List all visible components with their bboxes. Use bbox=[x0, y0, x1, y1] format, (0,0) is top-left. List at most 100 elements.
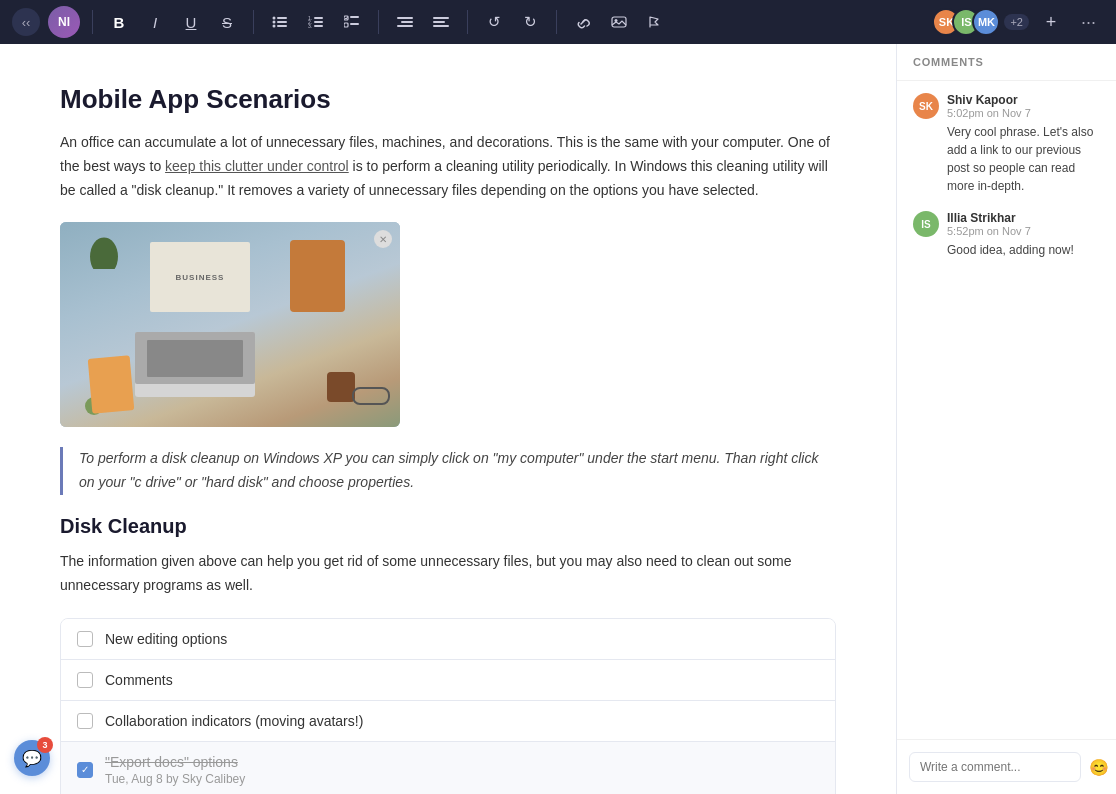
editor-area[interactable]: Mobile App Scenarios An office can accum… bbox=[0, 44, 896, 794]
toolbar-divider-5 bbox=[556, 10, 557, 34]
toolbar-right: SK IS MK +2 + ··· bbox=[932, 8, 1104, 37]
document-title: Mobile App Scenarios bbox=[60, 84, 836, 115]
svg-rect-21 bbox=[433, 25, 449, 27]
checkbox-1[interactable] bbox=[77, 631, 93, 647]
undo-button[interactable]: ↺ bbox=[480, 8, 508, 36]
comment-1-avatar: SK bbox=[913, 93, 939, 119]
numbered-list-icon: 1.2.3. bbox=[308, 15, 324, 29]
svg-rect-13 bbox=[350, 16, 359, 18]
highlighted-link[interactable]: keep this clutter under control bbox=[165, 158, 349, 174]
checklist-button[interactable] bbox=[338, 8, 366, 36]
flag-button[interactable] bbox=[641, 8, 669, 36]
checklist-item-2-label: Comments bbox=[105, 672, 173, 688]
notebook bbox=[88, 356, 135, 414]
bold-button[interactable]: B bbox=[105, 8, 133, 36]
section2-body: The information given above can help you… bbox=[60, 550, 836, 598]
checklist: New editing options Comments Collaborati… bbox=[60, 618, 836, 794]
laptop-display bbox=[147, 340, 243, 376]
svg-rect-18 bbox=[397, 25, 413, 27]
notification-count-badge: 3 bbox=[37, 737, 53, 753]
link-button[interactable] bbox=[569, 8, 597, 36]
checklist-item-4-meta: Tue, Aug 8 by Sky Calibey bbox=[105, 772, 245, 786]
numbered-list-button[interactable]: 1.2.3. bbox=[302, 8, 330, 36]
comment-2-time: 5:52pm on Nov 7 bbox=[947, 225, 1031, 237]
notification-icon: 💬 bbox=[22, 749, 42, 768]
svg-point-2 bbox=[273, 21, 276, 24]
comments-header: COMMENTS bbox=[897, 44, 1116, 81]
toolbar-left: ‹‹ NI B I U S 1.2.3. bbox=[12, 6, 669, 38]
notification-button[interactable]: 💬 3 bbox=[14, 740, 50, 776]
emoji-button[interactable]: 😊 bbox=[1089, 758, 1109, 777]
document-intro: An office can accumulate a lot of unnece… bbox=[60, 131, 836, 202]
checklist-item-3[interactable]: Collaboration indicators (moving avatars… bbox=[61, 701, 835, 742]
svg-rect-9 bbox=[314, 21, 323, 23]
main-area: Mobile App Scenarios An office can accum… bbox=[0, 44, 1116, 794]
bullet-list-icon bbox=[272, 15, 288, 29]
svg-point-4 bbox=[273, 25, 276, 28]
checklist-item-4[interactable]: ✓ "Export docs" options Tue, Aug 8 by Sk… bbox=[61, 742, 835, 794]
redo-icon: ↻ bbox=[524, 13, 537, 31]
underline-button[interactable]: U bbox=[177, 8, 205, 36]
comment-1-meta: Shiv Kapoor 5:02pm on Nov 7 bbox=[947, 93, 1031, 119]
svg-rect-15 bbox=[350, 23, 359, 25]
svg-rect-16 bbox=[397, 17, 413, 19]
comments-list: SK Shiv Kapoor 5:02pm on Nov 7 Very cool… bbox=[897, 81, 1116, 739]
comment-2-text: Good idea, adding now! bbox=[913, 241, 1100, 259]
outdent-icon bbox=[397, 15, 413, 29]
avatar-3: MK bbox=[972, 8, 1000, 36]
laptop bbox=[135, 332, 255, 397]
svg-rect-1 bbox=[277, 17, 287, 19]
checklist-item-4-content: "Export docs" options Tue, Aug 8 by Sky … bbox=[105, 754, 245, 786]
collaborators-avatars: SK IS MK +2 bbox=[932, 8, 1029, 36]
redo-button[interactable]: ↻ bbox=[516, 8, 544, 36]
comment-2: IS Illia Strikhar 5:52pm on Nov 7 Good i… bbox=[913, 211, 1100, 259]
italic-button[interactable]: I bbox=[141, 8, 169, 36]
extra-collaborators-badge: +2 bbox=[1004, 14, 1029, 30]
svg-rect-22 bbox=[612, 17, 626, 27]
business-paper: BUSINESS bbox=[150, 242, 250, 312]
comment-input[interactable] bbox=[909, 752, 1081, 782]
checklist-item-1[interactable]: New editing options bbox=[61, 619, 835, 660]
indent-button[interactable] bbox=[427, 8, 455, 36]
more-options-button[interactable]: ··· bbox=[1073, 8, 1104, 37]
image-button[interactable] bbox=[605, 8, 633, 36]
comment-1-time: 5:02pm on Nov 7 bbox=[947, 107, 1031, 119]
checkbox-2[interactable] bbox=[77, 672, 93, 688]
svg-text:3.: 3. bbox=[308, 23, 312, 29]
desk-image: BUSINESS bbox=[60, 222, 400, 427]
ni-badge: NI bbox=[48, 6, 80, 38]
svg-rect-14 bbox=[344, 23, 348, 27]
svg-rect-3 bbox=[277, 21, 287, 23]
comment-1: SK Shiv Kapoor 5:02pm on Nov 7 Very cool… bbox=[913, 93, 1100, 195]
checklist-icon bbox=[344, 15, 360, 29]
comment-1-author-row: SK Shiv Kapoor 5:02pm on Nov 7 bbox=[913, 93, 1100, 119]
outdent-button[interactable] bbox=[391, 8, 419, 36]
comment-1-text: Very cool phrase. Let's also add a link … bbox=[913, 123, 1100, 195]
add-collaborator-button[interactable]: + bbox=[1037, 8, 1065, 36]
document-image: BUSINESS ✕ bbox=[60, 222, 400, 427]
checkbox-4[interactable]: ✓ bbox=[77, 762, 93, 778]
checklist-item-2[interactable]: Comments bbox=[61, 660, 835, 701]
back-button[interactable]: ‹‹ bbox=[12, 8, 40, 36]
comment-2-author-row: IS Illia Strikhar 5:52pm on Nov 7 bbox=[913, 211, 1100, 237]
comment-2-meta: Illia Strikhar 5:52pm on Nov 7 bbox=[947, 211, 1031, 237]
svg-rect-11 bbox=[314, 25, 323, 27]
coffee-cup bbox=[327, 372, 355, 402]
toolbar-divider bbox=[92, 10, 93, 34]
section2-title: Disk Cleanup bbox=[60, 515, 836, 538]
indent-icon bbox=[433, 15, 449, 29]
toolbar-divider-4 bbox=[467, 10, 468, 34]
toolbar-divider-3 bbox=[378, 10, 379, 34]
blockquote: To perform a disk cleanup on Windows XP … bbox=[60, 447, 836, 495]
strikethrough-button[interactable]: S bbox=[213, 8, 241, 36]
checkbox-3[interactable] bbox=[77, 713, 93, 729]
checklist-item-1-label: New editing options bbox=[105, 631, 227, 647]
comment-2-name: Illia Strikhar bbox=[947, 211, 1031, 225]
comment-input-area: 😊 bbox=[897, 739, 1116, 794]
bullet-list-button[interactable] bbox=[266, 8, 294, 36]
comment-2-avatar: IS bbox=[913, 211, 939, 237]
svg-rect-7 bbox=[314, 17, 323, 19]
checklist-item-3-label: Collaboration indicators (moving avatars… bbox=[105, 713, 363, 729]
laptop-screen bbox=[135, 332, 255, 384]
undo-icon: ↺ bbox=[488, 13, 501, 31]
